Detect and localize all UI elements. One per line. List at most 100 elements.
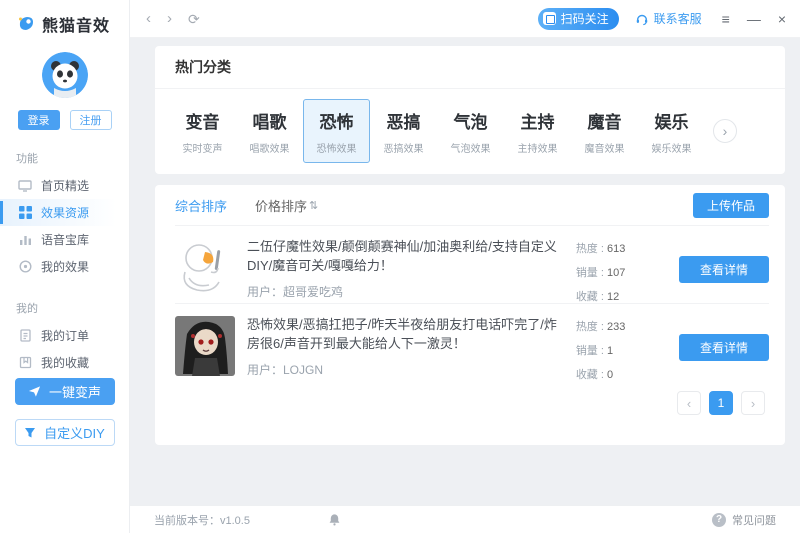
page-number-current[interactable]: 1 (709, 391, 733, 415)
category-name: 变音 (185, 112, 220, 132)
sidebar-item-label: 首页精选 (41, 179, 90, 193)
category-desc: 恶搞效果 (383, 143, 424, 155)
sidebar-item-label: 效果资源 (41, 206, 90, 220)
panda-logo-icon (19, 17, 33, 30)
chevron-right-icon: › (722, 123, 728, 139)
sidebar-item-favorites[interactable]: 我的收藏 (0, 349, 129, 376)
effect-stats: 热度 : 613 销量 : 107 收藏 : 12 (576, 238, 669, 304)
category-desc: 实时变声 (182, 143, 223, 155)
bell-icon (329, 514, 340, 526)
app-title: 熊猫音效 (42, 18, 111, 35)
category-name: 魔音 (587, 112, 622, 132)
category-item[interactable]: 主持 主持效果 (504, 99, 571, 163)
headset-icon (636, 14, 647, 25)
refresh-icon[interactable]: ⟳ (188, 12, 200, 26)
voice-button-label: 一键变声 (48, 385, 101, 400)
diy-button-label: 自定义DIY (44, 426, 105, 441)
sales-stat: 销量 : 107 (576, 264, 669, 280)
one-key-voice-button[interactable]: 一键变声 (14, 378, 115, 405)
sidebar-item-label: 我的收藏 (41, 356, 90, 370)
sidebar-item-effects[interactable]: 效果资源 (0, 199, 129, 226)
bar-chart-icon (18, 233, 32, 247)
favs-value: 12 (607, 291, 620, 303)
category-name: 气泡 (453, 112, 488, 132)
avatar[interactable] (41, 52, 88, 98)
page-next-button[interactable]: › (741, 391, 765, 415)
register-button[interactable]: 注册 (69, 110, 112, 130)
forward-icon[interactable]: › (167, 11, 172, 26)
monitor-icon (18, 179, 32, 193)
heat-value: 233 (607, 321, 626, 333)
categories-title: 热门分类 (155, 46, 785, 89)
footer-bar: 当前版本号：v1.0.5 ? 常见问题 (130, 505, 800, 533)
login-button[interactable]: 登录 (17, 110, 60, 130)
sidebar-item-voice-library[interactable]: 语音宝库 (0, 226, 129, 253)
heat-value: 613 (607, 243, 626, 255)
category-desc: 唱歌效果 (249, 143, 290, 155)
category-item[interactable]: 变音 实时变声 (169, 99, 236, 163)
faq-link[interactable]: ? 常见问题 (712, 512, 776, 528)
category-item[interactable]: 恶搞 恶搞效果 (370, 99, 437, 163)
sales-value: 1 (607, 345, 614, 357)
effect-thumbnail-horror[interactable] (175, 316, 235, 376)
category-item[interactable]: 唱歌 唱歌效果 (236, 99, 303, 163)
effect-thumbnail-duck[interactable] (175, 238, 235, 298)
sidebar-section-functions: 功能 首页精选 效果资源 语音宝库 我的效果 (0, 144, 129, 280)
effect-list-row: 恐怖效果/恶搞扛把子/昨天半夜给朋友打电话吓完了/炸房很6/声音开到最大能给人下… (155, 304, 785, 381)
category-name: 恐怖 (319, 112, 354, 132)
disc-icon (18, 260, 32, 274)
browser-nav: ‹ › ⟳ (146, 11, 200, 26)
effect-info: 恐怖效果/恶搞扛把子/昨天半夜给朋友打电话吓完了/炸房很6/声音开到最大能给人下… (247, 316, 566, 378)
sales-label: 销量 : (575, 267, 604, 279)
faq-label: 常见问题 (732, 514, 776, 527)
category-name: 恶搞 (386, 112, 421, 132)
effect-info: 二伍仔魔性效果/颠倒颠赛神仙/加油奥利给/支持自定义DIY/魔音可关/嘎嘎给力！… (247, 238, 566, 300)
section-label: 功能 (16, 153, 38, 165)
custom-diy-button[interactable]: 自定义DIY (14, 419, 115, 446)
sidebar-item-label: 我的效果 (41, 260, 90, 274)
effect-title: 二伍仔魔性效果/颠倒颠赛神仙/加油奥利给/支持自定义DIY/魔音可关/嘎嘎给力！ (247, 239, 557, 273)
close-icon[interactable]: × (778, 12, 786, 26)
category-item[interactable]: 魔音 魔音效果 (571, 99, 638, 163)
sidebar: 熊猫音效 登录 注册 功能 首页精选 效果资源 语音宝库 我的效果 我的 我的订… (0, 0, 130, 533)
heat-stat: 热度 : 233 (576, 318, 669, 334)
favs-stat: 收藏 : 12 (576, 288, 669, 304)
heat-stat: 热度 : 613 (576, 240, 669, 256)
categories-scroll-next-button[interactable]: › (713, 119, 737, 143)
category-item[interactable]: 娱乐 娱乐效果 (638, 99, 705, 163)
sort-price-label: 价格排序 (255, 198, 308, 214)
back-icon[interactable]: ‹ (146, 11, 151, 26)
sort-price-tab[interactable]: 价格排序 ⇅ (255, 196, 318, 215)
view-details-button[interactable]: 查看详情 (679, 334, 769, 361)
menu-icon[interactable]: ≡ (722, 12, 730, 26)
upload-work-button[interactable]: 上传作品 (693, 192, 769, 218)
category-desc: 主持效果 (517, 143, 558, 155)
sidebar-item-home[interactable]: 首页精选 (0, 172, 129, 199)
sort-arrows-icon: ⇅ (309, 199, 319, 212)
sort-overall-tab[interactable]: 综合排序 (175, 196, 227, 215)
effect-user: 用户：超哥爱吃鸡 (247, 284, 344, 299)
effect-stats: 热度 : 233 销量 : 1 收藏 : 0 (576, 316, 669, 382)
category-item-selected[interactable]: 恐怖 恐怖效果 (303, 99, 370, 163)
favs-label: 收藏 : (575, 291, 604, 303)
view-details-button[interactable]: 查看详情 (679, 256, 769, 283)
notification-bell[interactable] (328, 513, 341, 526)
category-desc: 娱乐效果 (651, 143, 692, 155)
category-name: 主持 (520, 112, 555, 132)
titlebar: ‹ › ⟳ 扫码关注 联系客服 ≡ — × (130, 0, 800, 38)
sidebar-actions: 一键变声 自定义DIY (0, 378, 129, 446)
follow-qr-button[interactable]: 扫码关注 (537, 7, 619, 30)
hot-categories-card: 热门分类 变音 实时变声 唱歌 唱歌效果 恐怖 恐怖效果 恶搞 恶搞效果 气泡 … (155, 46, 785, 174)
sidebar-item-my-effects[interactable]: 我的效果 (0, 253, 129, 280)
page-prev-button[interactable]: ‹ (677, 391, 701, 415)
sidebar-item-orders[interactable]: 我的订单 (0, 322, 129, 349)
duck-thumbnail-image (175, 238, 235, 298)
category-item[interactable]: 气泡 气泡效果 (437, 99, 504, 163)
pagination: ‹ 1 › (155, 381, 785, 415)
app-logo: 熊猫音效 (0, 0, 129, 36)
contact-support-button[interactable]: 联系客服 (635, 10, 702, 27)
minimize-icon[interactable]: — (747, 12, 761, 26)
collection-icon (18, 356, 32, 370)
favs-label: 收藏 : (575, 369, 604, 381)
sales-label: 销量 : (575, 345, 604, 357)
